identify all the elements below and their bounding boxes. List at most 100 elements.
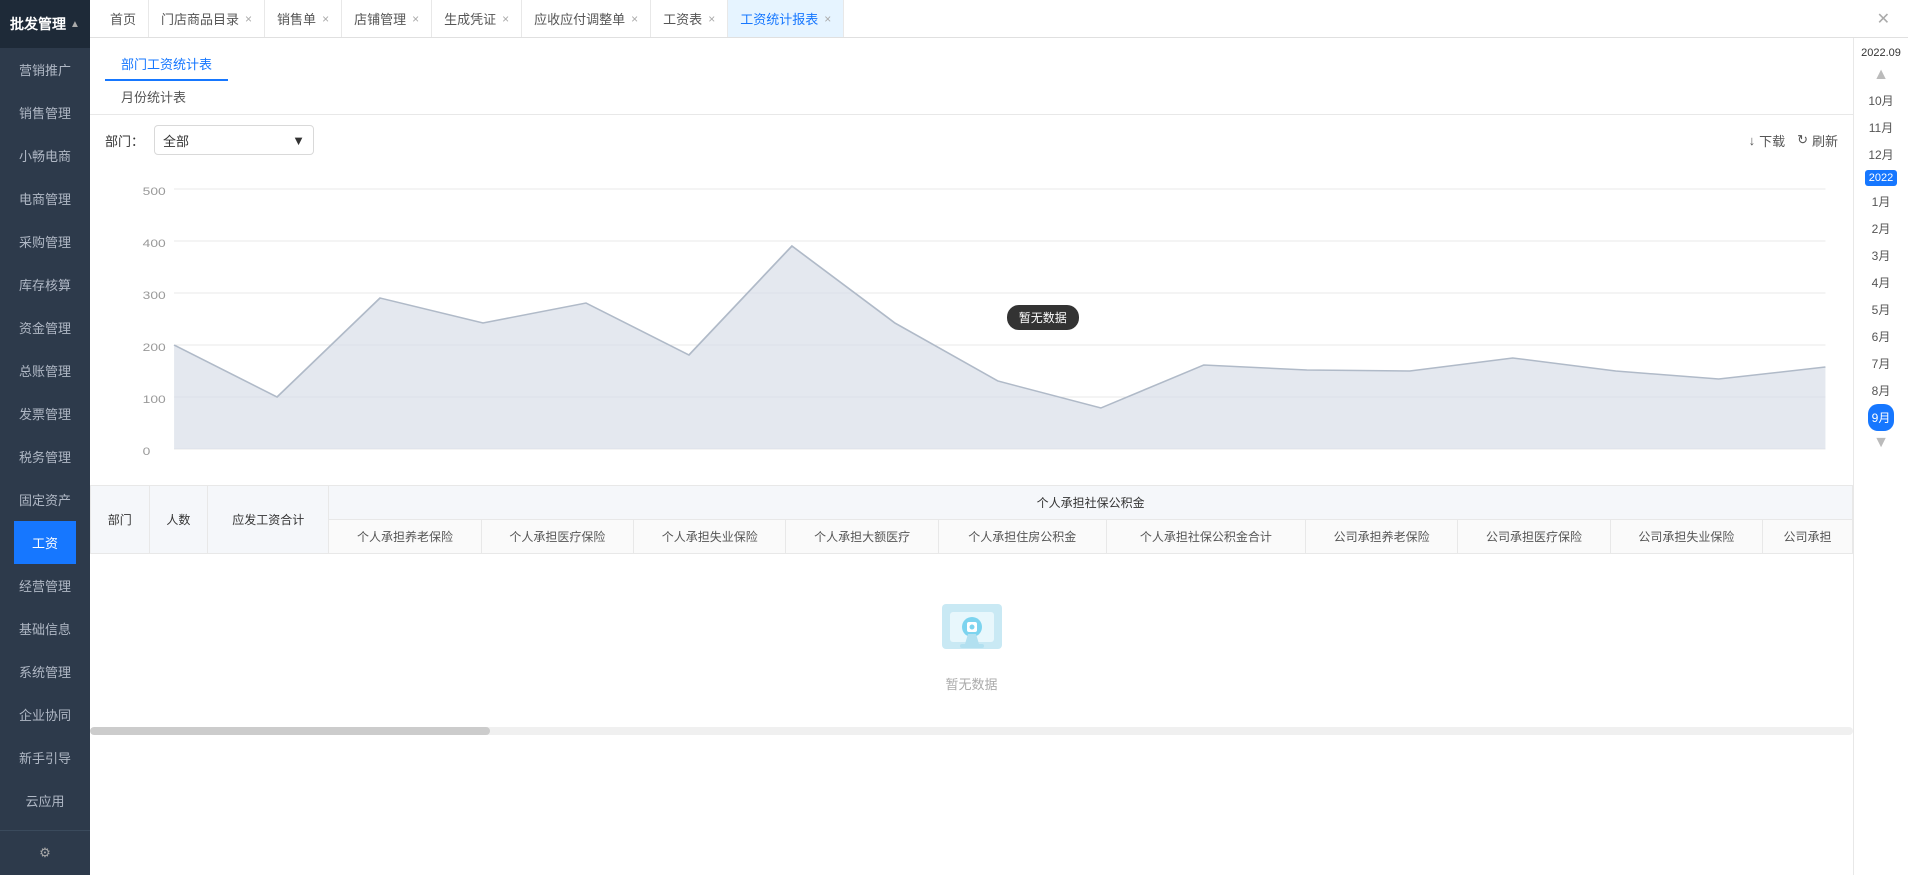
chart-no-data-tooltip: 暂无数据 <box>1007 305 1079 330</box>
table-sub-header-公司承担失业保险: 公司承担失业保险 <box>1610 520 1762 554</box>
sidebar-item-小畅电商[interactable]: 小畅电商 <box>14 134 76 177</box>
timeline-month-5月[interactable]: 5月 <box>1864 296 1899 323</box>
svg-text:300: 300 <box>143 289 166 301</box>
tab-工资表[interactable]: 工资表 × <box>651 0 728 38</box>
tabs-bar: 首页门店商品目录×销售单×店铺管理×生成凭证×应收应付调整单×工资表×工资统计报… <box>90 0 1908 38</box>
chart-svg: 0 100 200 300 400 500 <box>105 165 1838 465</box>
table-sub-header-个人承担失业保险: 个人承担失业保险 <box>634 520 786 554</box>
timeline-up-arrow[interactable]: ▲ <box>1870 63 1892 87</box>
content-area: 部门工资统计表月份统计表 部门： 全部 ▼ ↓ 下载 <box>90 38 1908 875</box>
table-sub-header-公司承担医疗保险: 公司承担医疗保险 <box>1458 520 1610 554</box>
tab-label: 门店商品目录 <box>161 9 239 28</box>
refresh-label: 刷新 <box>1812 131 1838 150</box>
sidebar-item-云应用[interactable]: 云应用 <box>14 779 76 822</box>
dept-select[interactable]: 全部 ▼ <box>154 125 314 155</box>
sidebar-item-系统管理[interactable]: 系统管理 <box>14 650 76 693</box>
download-label: 下载 <box>1759 131 1785 150</box>
empty-state: 暂无数据 <box>91 554 1853 723</box>
chevron-down-icon: ▼ <box>292 133 305 148</box>
svg-text:200: 200 <box>143 341 166 353</box>
tab-close-button[interactable]: × <box>824 12 831 26</box>
tab-close-button[interactable]: × <box>245 12 252 26</box>
dept-select-value: 全部 <box>163 131 189 150</box>
sidebar-item-经营管理[interactable]: 经营管理 <box>14 564 76 607</box>
timeline-month-2月[interactable]: 2月 <box>1864 215 1899 242</box>
tab-close-button[interactable]: × <box>708 12 715 26</box>
tab-首页[interactable]: 首页 <box>98 0 149 38</box>
sidebar-item-资金管理[interactable]: 资金管理 <box>14 306 76 349</box>
chart-no-data-label: 暂无数据 <box>1019 311 1067 325</box>
tab-close-button[interactable]: × <box>322 12 329 26</box>
sidebar-title: 批发管理 <box>10 14 66 34</box>
main-area: 首页门店商品目录×销售单×店铺管理×生成凭证×应收应付调整单×工资表×工资统计报… <box>90 0 1908 875</box>
sidebar-item-采购管理[interactable]: 采购管理 <box>14 220 76 263</box>
action-buttons: ↓ 下载 ↻ 刷新 <box>1749 131 1838 150</box>
sidebar-footer[interactable]: ⚙ <box>0 830 90 875</box>
tab-label: 首页 <box>110 9 136 28</box>
timeline-month-6月[interactable]: 6月 <box>1864 323 1899 350</box>
table-sub-header-个人承担医疗保险: 个人承担医疗保险 <box>481 520 633 554</box>
table-sub-header-个人承担社保公积金合计: 个人承担社保公积金合计 <box>1106 520 1305 554</box>
close-all-tabs-button[interactable]: ✕ <box>1867 9 1900 29</box>
timeline-month-1月[interactable]: 1月 <box>1864 188 1899 215</box>
dept-filter: 部门： 全部 ▼ <box>105 125 314 155</box>
table-header-部门: 部门 <box>91 486 150 554</box>
tab-close-button[interactable]: × <box>631 12 638 26</box>
table-sub-header-个人承担住房公积金: 个人承担住房公积金 <box>938 520 1106 554</box>
sidebar-item-税务管理[interactable]: 税务管理 <box>14 435 76 478</box>
table-sub-header-公司承担: 公司承担 <box>1763 520 1853 554</box>
timeline-month-8月[interactable]: 8月 <box>1864 377 1899 404</box>
sidebar-item-销售管理[interactable]: 销售管理 <box>14 91 76 134</box>
tab-close-button[interactable]: × <box>502 12 509 26</box>
sidebar-header[interactable]: 批发管理 ▲ <box>0 0 90 48</box>
sidebar-item-固定资产[interactable]: 固定资产 <box>14 478 76 521</box>
sidebar-item-工资[interactable]: 工资 <box>14 521 76 564</box>
timeline-down-arrow[interactable]: ▼ <box>1870 431 1892 455</box>
tab-label: 工资统计报表 <box>740 9 818 28</box>
sidebar-item-基础信息[interactable]: 基础信息 <box>14 607 76 650</box>
timeline-panel: 2022.09 ▲ 10月11月12月 2022 1月2月3月4月5月6月7月8… <box>1853 38 1908 875</box>
tab-close-button[interactable]: × <box>412 12 419 26</box>
table-area[interactable]: 部门人数应发工资合计个人承担社保公积金 个人承担养老保险个人承担医疗保险个人承担… <box>90 485 1853 875</box>
timeline-month-4月[interactable]: 4月 <box>1864 269 1899 296</box>
sidebar-item-总账管理[interactable]: 总账管理 <box>14 349 76 392</box>
sidebar-item-新手引导[interactable]: 新手引导 <box>14 736 76 779</box>
sidebar-item-营销推广[interactable]: 营销推广 <box>14 48 76 91</box>
svg-text:400: 400 <box>143 237 166 249</box>
tab-店铺管理[interactable]: 店铺管理 × <box>342 0 432 38</box>
timeline-month-3月[interactable]: 3月 <box>1864 242 1899 269</box>
tab-工资统计报表[interactable]: 工资统计报表 × <box>728 0 844 38</box>
svg-text:500: 500 <box>143 185 166 197</box>
sub-tab-月份统计表[interactable]: 月份统计表 <box>105 81 228 114</box>
sub-tab-部门工资统计表[interactable]: 部门工资统计表 <box>105 48 228 81</box>
svg-text:0: 0 <box>143 445 151 457</box>
data-table: 部门人数应发工资合计个人承担社保公积金 个人承担养老保险个人承担医疗保险个人承担… <box>90 485 1853 723</box>
tab-label: 工资表 <box>663 9 702 28</box>
table-header-应发工资合计: 应发工资合计 <box>208 486 329 554</box>
timeline-month-7月[interactable]: 7月 <box>1864 350 1899 377</box>
table-group-header: 个人承担社保公积金 <box>329 486 1853 520</box>
table-sub-header-公司承担养老保险: 公司承担养老保险 <box>1305 520 1457 554</box>
refresh-icon: ↻ <box>1797 132 1808 148</box>
timeline-month-12月[interactable]: 12月 <box>1864 141 1897 168</box>
table-header-人数: 人数 <box>149 486 208 554</box>
toolbar: 部门： 全部 ▼ ↓ 下载 ↻ 刷新 <box>90 115 1853 165</box>
sidebar-item-发票管理[interactable]: 发票管理 <box>14 392 76 435</box>
table-empty-label: 暂无数据 <box>945 674 997 693</box>
tab-label: 店铺管理 <box>354 9 406 28</box>
tab-门店商品目录[interactable]: 门店商品目录 × <box>149 0 265 38</box>
download-button[interactable]: ↓ 下载 <box>1749 131 1786 150</box>
tab-生成凭证[interactable]: 生成凭证× <box>432 0 522 38</box>
refresh-button[interactable]: ↻ 刷新 <box>1797 131 1838 150</box>
timeline-year-badge[interactable]: 2022 <box>1865 170 1897 186</box>
tab-销售单[interactable]: 销售单× <box>265 0 342 38</box>
sidebar-item-电商管理[interactable]: 电商管理 <box>14 177 76 220</box>
sidebar-item-企业协同[interactable]: 企业协同 <box>14 693 76 736</box>
tab-应收应付调整单[interactable]: 应收应付调整单× <box>522 0 651 38</box>
timeline-month-11月[interactable]: 11月 <box>1864 114 1897 141</box>
gear-icon: ⚙ <box>39 845 51 860</box>
timeline-month-9月[interactable]: 9月 <box>1868 404 1895 431</box>
timeline-month-10月[interactable]: 10月 <box>1864 87 1897 114</box>
sidebar-item-库存核算[interactable]: 库存核算 <box>14 263 76 306</box>
table-sub-header-个人承担养老保险: 个人承担养老保险 <box>329 520 481 554</box>
